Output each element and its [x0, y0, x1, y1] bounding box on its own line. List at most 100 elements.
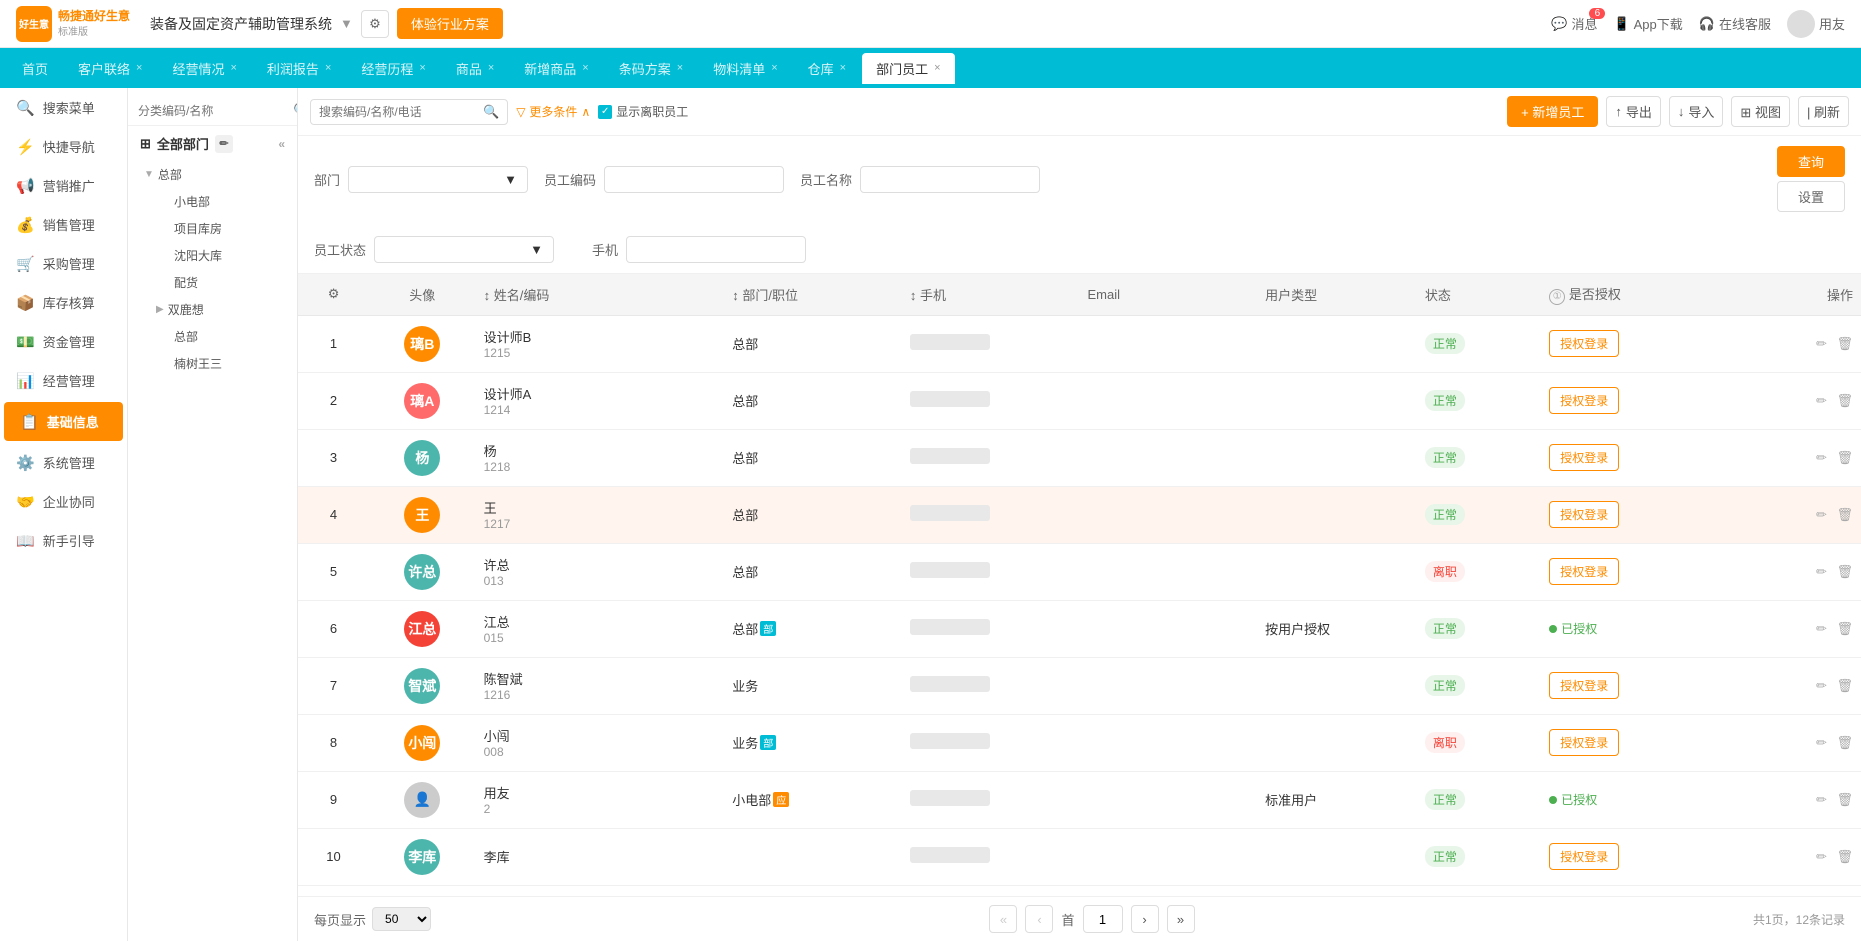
auth-login-button[interactable]: 授权登录 — [1549, 444, 1619, 471]
th-phone[interactable]: ↕ 手机 — [902, 274, 1080, 315]
delete-icon[interactable]: 🗑 — [1836, 450, 1853, 465]
dept-node-配货[interactable]: 配货 — [132, 269, 293, 296]
delete-icon[interactable]: 🗑 — [1836, 336, 1853, 351]
sidebar-item-快捷导航[interactable]: ⚡快捷导航 — [0, 127, 127, 166]
nav-tab-仓库[interactable]: 仓库× — [794, 53, 860, 84]
edit-icon[interactable]: ✏ — [1816, 792, 1827, 807]
prev-page-btn[interactable]: ‹ — [1025, 905, 1053, 933]
page-size-select[interactable]: 50 100 — [372, 907, 431, 931]
tab-close-icon[interactable]: × — [419, 62, 425, 74]
edit-icon[interactable]: ✏ — [1816, 849, 1827, 864]
filter-phone-input[interactable] — [626, 236, 806, 263]
nav-tab-部门员工[interactable]: 部门员工× — [862, 53, 954, 84]
delete-icon[interactable]: 🗑 — [1836, 507, 1853, 522]
add-employee-button[interactable]: + 新增员工 — [1507, 96, 1598, 127]
sidebar-item-采购管理[interactable]: 🛒采购管理 — [0, 244, 127, 283]
filter-emp-status-select[interactable]: ▼ — [374, 236, 554, 263]
sidebar-item-搜索菜单[interactable]: 🔍搜索菜单 — [0, 88, 127, 127]
tab-close-icon[interactable]: × — [230, 62, 236, 74]
dept-node-总部[interactable]: ▼总部 — [132, 161, 293, 188]
delete-icon[interactable]: 🗑 — [1836, 792, 1853, 807]
user-menu[interactable]: 用友 — [1787, 10, 1845, 38]
sidebar-item-企业协同[interactable]: 🤝企业协同 — [0, 482, 127, 521]
tab-close-icon[interactable]: × — [840, 62, 846, 74]
all-dept-item[interactable]: ⊞ 全部部门 ✏ « — [128, 126, 297, 161]
employee-search-icon[interactable]: 🔍 — [483, 104, 499, 120]
set-button[interactable]: 设置 — [1777, 181, 1845, 212]
sidebar-item-库存核算[interactable]: 📦库存核算 — [0, 283, 127, 322]
employee-search-input[interactable] — [319, 105, 479, 119]
show-resigned-toggle[interactable]: ✓ 显示离职员工 — [598, 103, 688, 120]
tab-close-icon[interactable]: × — [934, 62, 940, 74]
edit-icon[interactable]: ✏ — [1816, 450, 1827, 465]
edit-icon[interactable]: ✏ — [1816, 564, 1827, 579]
filter-emp-name-input[interactable] — [860, 166, 1040, 193]
nav-tab-新增商品[interactable]: 新增商品× — [510, 53, 602, 84]
sidebar-item-销售管理[interactable]: 💰销售管理 — [0, 205, 127, 244]
import-button[interactable]: ↓ 导入 — [1669, 96, 1724, 127]
dept-node-沈阳大库[interactable]: 沈阳大库 — [132, 242, 293, 269]
delete-icon[interactable]: 🗑 — [1836, 678, 1853, 693]
auth-login-button[interactable]: 授权登录 — [1549, 501, 1619, 528]
sidebar-item-基础信息[interactable]: 📋基础信息 — [4, 402, 123, 441]
online-service-button[interactable]: 🎧 在线客服 — [1699, 14, 1771, 33]
message-button[interactable]: 💬 消息 6 — [1551, 14, 1597, 33]
sidebar-item-资金管理[interactable]: 💵资金管理 — [0, 322, 127, 361]
tab-close-icon[interactable]: × — [325, 62, 331, 74]
auth-login-button[interactable]: 授权登录 — [1549, 330, 1619, 357]
page-number-input[interactable] — [1083, 905, 1123, 933]
edit-icon[interactable]: ✏ — [1816, 507, 1827, 522]
collapse-btn[interactable]: « — [278, 137, 285, 151]
auth-login-button[interactable]: 授权登录 — [1549, 672, 1619, 699]
delete-icon[interactable]: 🗑 — [1836, 564, 1853, 579]
first-page-btn[interactable]: « — [989, 905, 1017, 933]
dept-edit-icon[interactable]: ✏ — [215, 135, 233, 153]
nav-tab-利润报告[interactable]: 利润报告× — [253, 53, 345, 84]
dept-node-双鹿想[interactable]: ▶双鹿想 — [132, 296, 293, 323]
delete-icon[interactable]: 🗑 — [1836, 849, 1853, 864]
export-button[interactable]: ↑ 导出 — [1606, 96, 1661, 127]
auth-info-icon[interactable]: ① — [1549, 289, 1565, 305]
more-filter-btn[interactable]: ▽ 更多条件 ∧ — [516, 103, 590, 120]
sidebar-item-系统管理[interactable]: ⚙️系统管理 — [0, 443, 127, 482]
nav-tab-客户联络[interactable]: 客户联络× — [64, 53, 156, 84]
edit-icon[interactable]: ✏ — [1816, 336, 1827, 351]
system-title-arrow[interactable]: ▼ — [340, 16, 353, 31]
tab-close-icon[interactable]: × — [771, 62, 777, 74]
delete-icon[interactable]: 🗑 — [1836, 621, 1853, 636]
dept-node-项目库房[interactable]: 项目库房 — [132, 215, 293, 242]
app-download-button[interactable]: 📱 App下载 — [1613, 14, 1682, 33]
next-page-btn[interactable]: › — [1131, 905, 1159, 933]
sidebar-item-经营管理[interactable]: 📊经营管理 — [0, 361, 127, 400]
auth-login-button[interactable]: 授权登录 — [1549, 843, 1619, 870]
dept-search-input[interactable] — [138, 104, 293, 118]
sidebar-item-营销推广[interactable]: 📢营销推广 — [0, 166, 127, 205]
tab-close-icon[interactable]: × — [488, 62, 494, 74]
edit-icon[interactable]: ✏ — [1816, 621, 1827, 636]
auth-login-button[interactable]: 授权登录 — [1549, 387, 1619, 414]
edit-icon[interactable]: ✏ — [1816, 393, 1827, 408]
delete-icon[interactable]: 🗑 — [1836, 735, 1853, 750]
nav-tab-商品[interactable]: 商品× — [442, 53, 508, 84]
sidebar-item-新手引导[interactable]: 📖新手引导 — [0, 521, 127, 560]
filter-dept-select[interactable]: ▼ — [348, 166, 528, 193]
edit-icon[interactable]: ✏ — [1816, 735, 1827, 750]
trial-button[interactable]: 体验行业方案 — [397, 8, 503, 39]
last-page-btn[interactable]: » — [1167, 905, 1195, 933]
dept-node-小电部[interactable]: 小电部 — [132, 188, 293, 215]
nav-tab-条码方案[interactable]: 条码方案× — [605, 53, 697, 84]
more-button[interactable]: | 刷新 — [1798, 96, 1849, 127]
filter-emp-code-input[interactable] — [604, 166, 784, 193]
th-dept[interactable]: ↕ 部门/职位 — [724, 274, 902, 315]
tab-close-icon[interactable]: × — [582, 62, 588, 74]
query-button[interactable]: 查询 — [1777, 146, 1845, 177]
delete-icon[interactable]: 🗑 — [1836, 393, 1853, 408]
auth-login-button[interactable]: 授权登录 — [1549, 729, 1619, 756]
nav-tab-首页[interactable]: 首页 — [8, 53, 62, 84]
tab-close-icon[interactable]: × — [677, 62, 683, 74]
dept-node-总部[interactable]: 总部 — [132, 323, 293, 350]
nav-tab-经营情况[interactable]: 经营情况× — [158, 53, 250, 84]
auth-login-button[interactable]: 授权登录 — [1549, 558, 1619, 585]
tab-close-icon[interactable]: × — [136, 62, 142, 74]
nav-tab-经营历程[interactable]: 经营历程× — [347, 53, 439, 84]
